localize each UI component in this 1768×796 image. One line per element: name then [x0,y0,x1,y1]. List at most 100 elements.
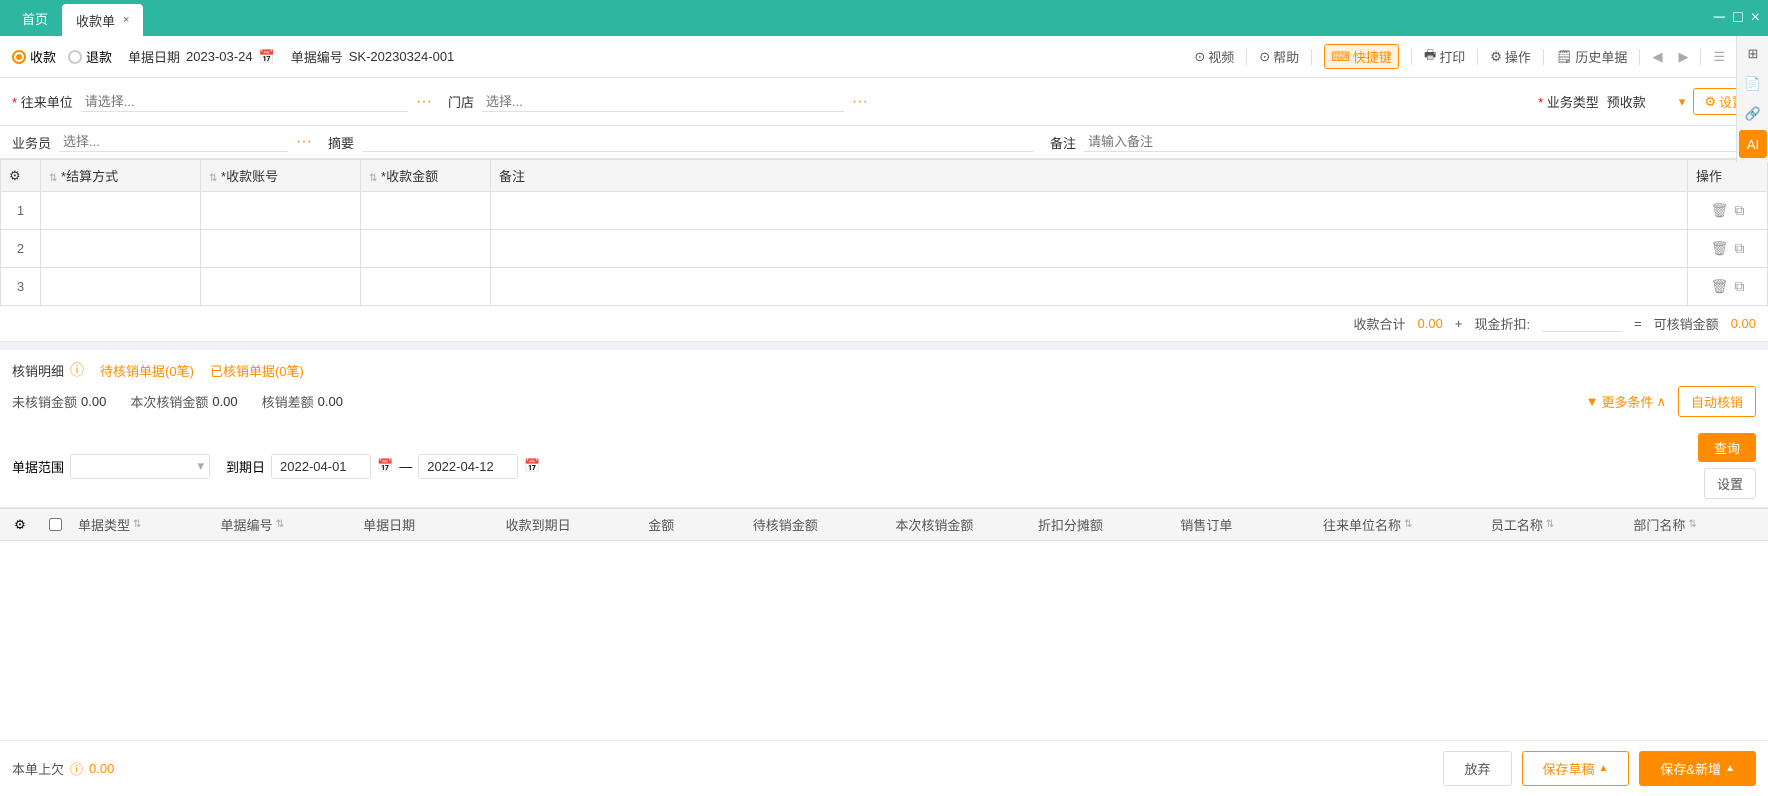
counterpart-sort-icon[interactable]: ⇅ [1404,519,1412,530]
operation-btn[interactable]: ⚙ 操作 [1490,47,1531,66]
restore-icon[interactable]: □ [1733,9,1743,27]
list-view-icon[interactable]: ☰ [1713,49,1725,65]
auto-verify-btn[interactable]: 自动核销 [1678,386,1756,417]
right-panel-link-icon[interactable]: 🔗 [1739,100,1767,128]
calendar-to-icon[interactable]: 📅 [524,458,540,474]
save-draft-button[interactable]: 保存草稿 ▲ [1522,751,1630,786]
toolbar: 收款 退款 单据日期 2023-03-24 📅 单据编号 SK-20230324… [0,36,1768,78]
account-cell-3[interactable] [201,268,361,306]
more-conditions-btn[interactable]: ▼ 更多条件 ∧ [1586,392,1666,411]
tab-receipt[interactable]: 收款单 × [62,4,143,36]
prev-icon[interactable]: ◀ [1652,49,1662,65]
right-panel-doc-icon[interactable]: 📄 [1739,70,1767,98]
staff-sort-icon[interactable]: ⇅ [1546,519,1554,530]
divider2 [1311,49,1312,65]
copy-icon-3[interactable]: ⧉ [1734,278,1744,295]
bottom-info-label: 本单上欠 [12,759,64,778]
verify-title: 核销明细 ⓘ [12,360,84,380]
tab-home[interactable]: 首页 [8,0,62,36]
shortcut-label: 快捷键 [1353,47,1392,66]
calendar-icon[interactable]: 📅 [259,49,275,65]
verify-settings-col[interactable]: ⚙ [0,517,40,533]
verify-checkbox-col[interactable] [40,518,70,531]
print-btn[interactable]: 🖶 打印 [1424,46,1465,68]
abandon-button[interactable]: 放弃 [1443,751,1511,786]
right-panel-active-icon[interactable]: AI [1739,130,1767,158]
cash-discount-input[interactable] [1542,316,1622,332]
draft-dropdown-icon[interactable]: ▲ [1599,763,1609,774]
save-new-button[interactable]: 保存&新增 ▲ [1639,751,1756,786]
right-panel-table-icon[interactable]: ⊞ [1739,40,1767,68]
help-btn[interactable]: ⊙ 帮助 [1259,47,1299,66]
close-icon[interactable]: × [1751,9,1760,27]
store-input[interactable] [482,92,844,112]
save-dropdown-icon[interactable]: ▲ [1725,763,1735,774]
counterpart-more-btn[interactable]: ··· [416,93,432,111]
store-more-btn[interactable]: ··· [852,93,868,111]
receipt-table: ⚙ ⇅ *结算方式 ⇅ *收款账号 ⇅ *收款金额 备注 操作 [0,159,1768,306]
discount-col-header: 折扣分摊额 [1030,515,1173,534]
date-to-input[interactable] [418,454,518,479]
amount-cell-1[interactable] [361,192,491,230]
copy-icon-2[interactable]: ⧉ [1734,240,1744,257]
settings-col-header[interactable]: ⚙ [1,160,41,192]
row-num-2: 2 [1,230,41,268]
table-row: 3 🗑 ⧉ [1,268,1768,306]
shortcut-icon: ⌨ [1331,49,1350,65]
business-type-dropdown-icon[interactable]: ▾ [1679,94,1686,110]
settlement-cell-3[interactable] [41,268,201,306]
shortcut-btn[interactable]: ⌨ 快捷键 [1324,44,1399,69]
total-label3: 可核销金额 [1654,314,1719,333]
calendar-from-icon[interactable]: 📅 [377,458,393,474]
settlement-cell-2[interactable] [41,230,201,268]
radio-receipt[interactable]: 收款 [12,47,56,66]
delete-icon-3[interactable]: 🗑 [1711,278,1729,295]
row-num-1: 1 [1,192,41,230]
summary-input[interactable] [362,132,1034,152]
counterpart-field: * 往来单位 ··· [12,88,432,115]
print-label: 打印 [1439,47,1465,66]
radio-refund[interactable]: 退款 [68,47,112,66]
total-label1: 收款合计 [1354,314,1406,333]
account-cell-1[interactable] [201,192,361,230]
divider3 [1411,49,1412,65]
delete-icon-1[interactable]: 🗑 [1711,202,1729,219]
video-btn[interactable]: ⊙ 视频 [1194,47,1234,66]
doc-range-select[interactable] [70,454,210,479]
section-gap [0,342,1768,350]
remark-cell-1[interactable] [491,192,1688,230]
date-from-input[interactable] [271,454,371,479]
remark-cell-3[interactable] [491,268,1688,306]
copy-icon-1[interactable]: ⧉ [1734,202,1744,219]
verify-settings-btn[interactable]: 设置 [1704,468,1756,499]
verify-tab-pending[interactable]: 待核销单据(0笔) [100,361,194,380]
total-value1: 0.00 [1418,316,1443,331]
staff-more-btn[interactable]: ··· [296,133,312,151]
business-type-label: * 业务类型 [1538,92,1599,111]
counterpart-input[interactable] [81,92,408,112]
verify-tab-done[interactable]: 已核销单据(0笔) [210,361,304,380]
query-button[interactable]: 查询 [1698,433,1756,462]
next-icon[interactable]: ▶ [1678,49,1688,65]
account-cell-2[interactable] [201,230,361,268]
select-all-checkbox[interactable] [49,518,62,531]
filter-icon: ▼ [1586,394,1599,409]
right-panel: ⊞ 📄 🔗 AI [1736,36,1768,162]
doc-type-sort-icon[interactable]: ⇅ [133,519,141,530]
dept-sort-icon[interactable]: ⇅ [1688,519,1696,530]
amount-cell-2[interactable] [361,230,491,268]
date-range-dash: — [399,459,412,474]
verify-info-icon[interactable]: ⓘ [70,360,84,380]
doc-num-sort-icon[interactable]: ⇅ [276,519,284,530]
delete-icon-2[interactable]: 🗑 [1711,240,1729,257]
history-btn[interactable]: 🗒 历史单据 [1556,47,1628,66]
staff-col-header: 员工名称 ⇅ [1483,515,1626,534]
doc-num-col-header: 单据编号 ⇅ [213,515,356,534]
minimize-icon[interactable]: ─ [1714,9,1725,27]
settlement-cell-1[interactable] [41,192,201,230]
remark-cell-2[interactable] [491,230,1688,268]
amount-cell-3[interactable] [361,268,491,306]
remark-input[interactable] [1084,132,1756,152]
tab-close-icon[interactable]: × [123,14,129,26]
staff-input[interactable] [59,132,288,152]
